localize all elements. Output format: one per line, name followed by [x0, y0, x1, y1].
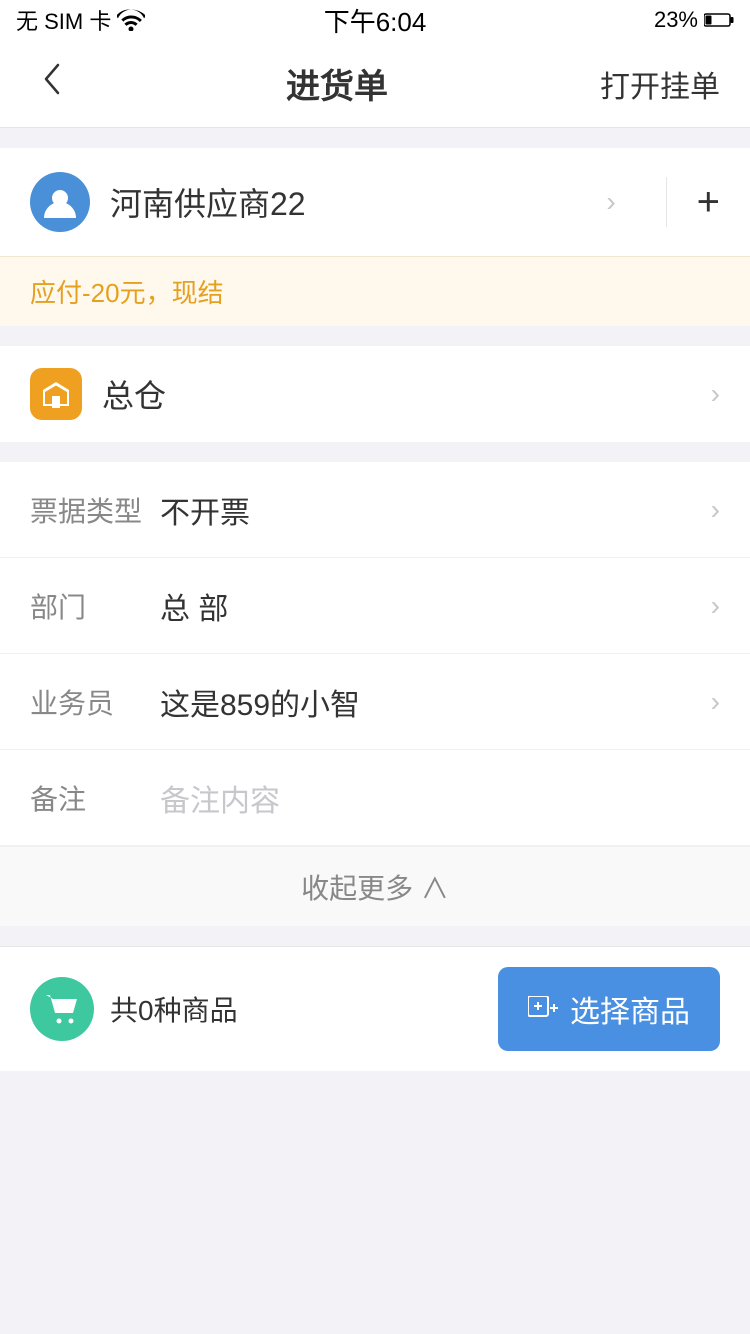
- warehouse-chevron-icon: ›: [711, 378, 720, 410]
- product-count-label: 共0种商品: [110, 989, 238, 1029]
- invoice-type-value: 不开票: [160, 488, 711, 532]
- invoice-type-row[interactable]: 票据类型 不开票 ›: [0, 462, 750, 558]
- bottom-bar: 共0种商品 选择商品: [0, 946, 750, 1071]
- collapse-label: 收起更多 ∧: [301, 867, 449, 907]
- department-value: 总 部: [160, 584, 711, 628]
- salesperson-chevron-icon: ›: [711, 686, 720, 718]
- nav-bar: 进货单 打开挂单: [0, 40, 750, 128]
- carrier-label: 无 SIM 卡: [16, 4, 111, 36]
- back-button[interactable]: [30, 49, 74, 118]
- invoice-type-label: 票据类型: [30, 490, 150, 530]
- supplier-chevron-icon: ›: [606, 186, 615, 218]
- salesperson-value: 这是859的小智: [160, 680, 711, 724]
- status-bar-left: 无 SIM 卡: [16, 4, 145, 36]
- warehouse-section: 总仓 ›: [0, 346, 750, 442]
- open-pending-button[interactable]: 打开挂单: [600, 62, 720, 106]
- department-row[interactable]: 部门 总 部 ›: [0, 558, 750, 654]
- status-bar: 无 SIM 卡 下午6:04 23%: [0, 0, 750, 40]
- form-section: 票据类型 不开票 › 部门 总 部 › 业务员 这是859的小智 › 备注 备注…: [0, 462, 750, 926]
- select-product-label: 选择商品: [570, 987, 690, 1031]
- collapse-button[interactable]: 收起更多 ∧: [0, 846, 750, 926]
- wifi-icon: [117, 9, 145, 31]
- battery-label: 23%: [654, 7, 698, 33]
- warehouse-icon: [30, 368, 82, 420]
- department-chevron-icon: ›: [711, 590, 720, 622]
- note-row[interactable]: 备注 备注内容: [0, 750, 750, 846]
- salesperson-label: 业务员: [30, 682, 150, 722]
- status-bar-right: 23%: [654, 7, 734, 33]
- select-product-icon: [528, 996, 558, 1022]
- invoice-type-chevron-icon: ›: [711, 494, 720, 526]
- bottom-left: 共0种商品: [30, 977, 498, 1041]
- battery-icon: [704, 12, 734, 28]
- note-value: 备注内容: [160, 776, 720, 820]
- supplier-section: 河南供应商22 › + 应付-20元，现结: [0, 148, 750, 326]
- add-supplier-button[interactable]: +: [697, 182, 720, 222]
- page-title: 进货单: [286, 59, 388, 108]
- note-label: 备注: [30, 778, 150, 818]
- select-product-button[interactable]: 选择商品: [498, 967, 720, 1051]
- status-bar-time: 下午6:04: [324, 2, 427, 39]
- warehouse-row[interactable]: 总仓 ›: [0, 346, 750, 442]
- supplier-avatar: [30, 172, 90, 232]
- warehouse-name: 总仓: [102, 371, 711, 417]
- payment-notice: 应付-20元，现结: [0, 256, 750, 326]
- department-label: 部门: [30, 586, 150, 626]
- vertical-divider: [666, 177, 667, 227]
- supplier-name: 河南供应商22: [110, 179, 606, 225]
- salesperson-row[interactable]: 业务员 这是859的小智 ›: [0, 654, 750, 750]
- cart-icon: [30, 977, 94, 1041]
- supplier-row[interactable]: 河南供应商22 › +: [0, 148, 750, 256]
